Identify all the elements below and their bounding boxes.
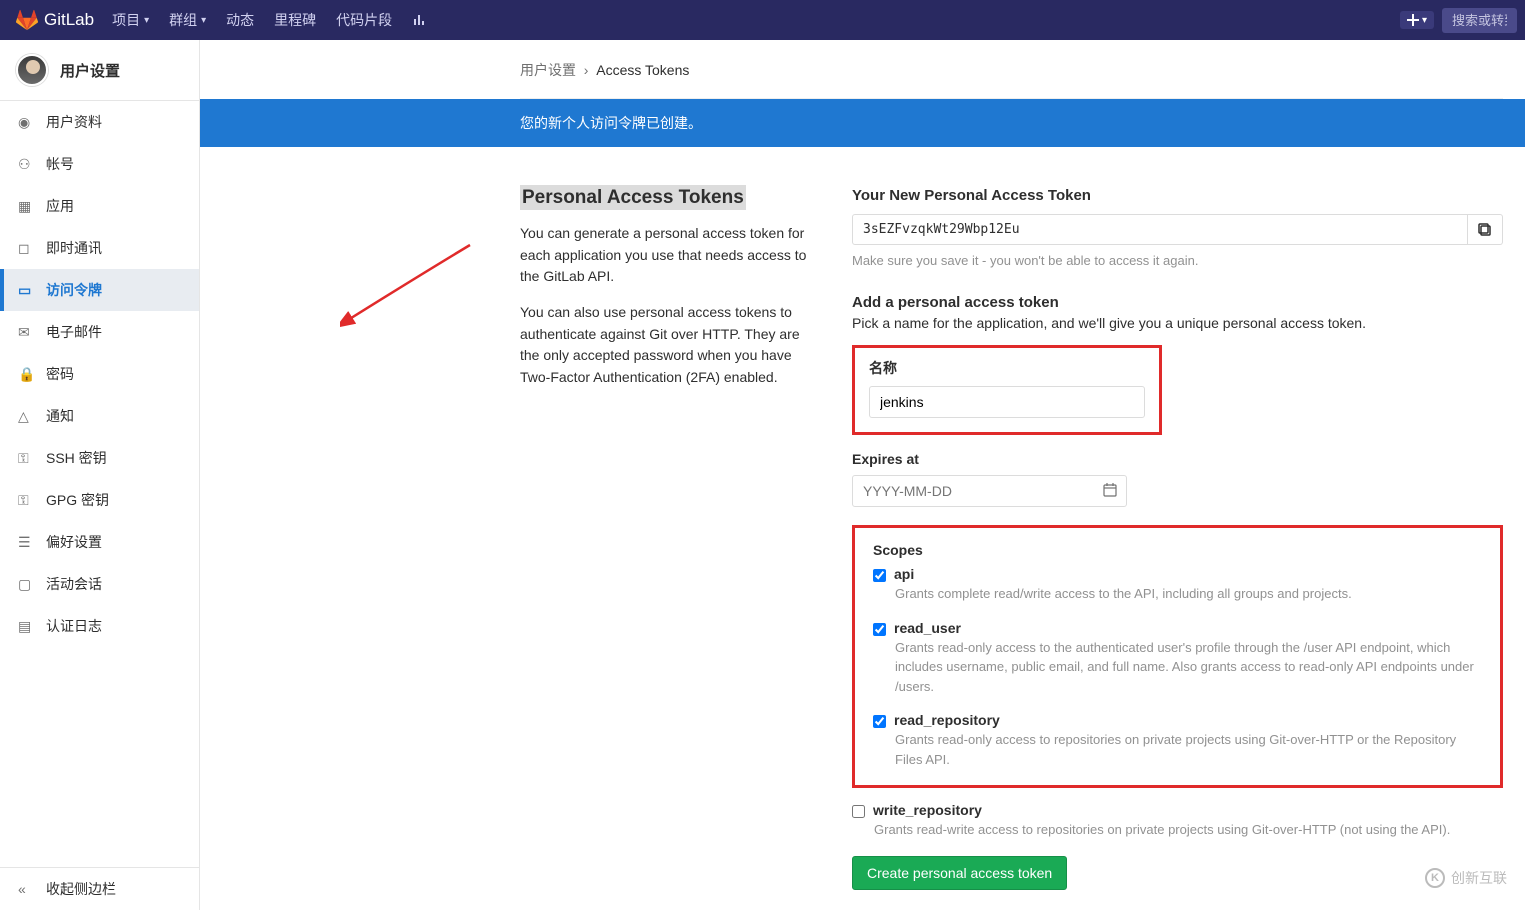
- nav-snippets[interactable]: 代码片段: [326, 0, 402, 40]
- sidebar-item-chat[interactable]: ◻即时通讯: [0, 227, 199, 269]
- plus-icon: [1407, 14, 1419, 26]
- lock-icon: 🔒: [18, 366, 34, 383]
- token-icon: ▭: [18, 282, 34, 299]
- sidebar: 用户设置 ◉用户资料 ⚇帐号 ▦应用 ◻即时通讯 ▭访问令牌 ✉电子邮件 🔒密码…: [0, 40, 200, 910]
- chevron-down-icon: ▾: [201, 15, 206, 26]
- description-2: You can also use personal access tokens …: [520, 302, 812, 389]
- chart-icon: [412, 12, 428, 28]
- sidebar-item-preferences[interactable]: ☰偏好设置: [0, 521, 199, 563]
- name-highlight-box: 名称: [852, 345, 1162, 435]
- sidebar-item-account[interactable]: ⚇帐号: [0, 143, 199, 185]
- scope-write-repository: write_repository Grants read-write acces…: [852, 802, 1503, 840]
- key-icon: ⚿: [18, 492, 34, 509]
- scope-api-checkbox[interactable]: [873, 569, 886, 582]
- breadcrumb-root[interactable]: 用户设置: [520, 62, 576, 78]
- user-header: 用户设置: [0, 40, 199, 101]
- token-value-input[interactable]: [852, 214, 1468, 245]
- nav-analytics-icon[interactable]: [402, 0, 438, 40]
- avatar: [16, 54, 48, 86]
- copy-token-button[interactable]: [1468, 214, 1503, 245]
- scope-read-repository: read_repository Grants read-only access …: [873, 712, 1482, 769]
- new-token-title: Your New Personal Access Token: [852, 187, 1503, 204]
- log-icon: ▤: [18, 618, 34, 635]
- preferences-icon: ☰: [18, 534, 34, 551]
- top-nav: GitLab 项目▾ 群组▾ 动态 里程碑 代码片段 ▾: [0, 0, 1525, 40]
- account-icon: ⚇: [18, 156, 34, 173]
- description-column: Personal Access Tokens You can generate …: [520, 187, 812, 890]
- calendar-icon[interactable]: [1103, 483, 1117, 500]
- sidebar-item-notifications[interactable]: △通知: [0, 395, 199, 437]
- copy-icon: [1478, 223, 1492, 237]
- apps-icon: ▦: [18, 198, 34, 215]
- scope-write-repository-checkbox[interactable]: [852, 805, 865, 818]
- name-input[interactable]: [869, 386, 1145, 418]
- scope-api-desc: Grants complete read/write access to the…: [895, 584, 1482, 604]
- bell-icon: △: [18, 408, 34, 425]
- name-label: 名称: [869, 358, 1145, 378]
- chevron-down-icon: ▾: [144, 15, 149, 26]
- sidebar-item-access-tokens[interactable]: ▭访问令牌: [0, 269, 199, 311]
- mail-icon: ✉: [18, 324, 34, 341]
- sidebar-item-applications[interactable]: ▦应用: [0, 185, 199, 227]
- sidebar-item-profile[interactable]: ◉用户资料: [0, 101, 199, 143]
- create-token-button[interactable]: Create personal access token: [852, 856, 1067, 890]
- nav-projects[interactable]: 项目▾: [102, 0, 159, 40]
- content: 用户设置 › Access Tokens 您的新个人访问令牌已创建。 Perso…: [200, 40, 1525, 910]
- watermark: K 创新互联: [1425, 868, 1507, 888]
- add-token-title: Add a personal access token: [852, 294, 1503, 311]
- page-title: Personal Access Tokens: [520, 185, 746, 210]
- scope-read-user-checkbox[interactable]: [873, 623, 886, 636]
- gitlab-icon: [16, 9, 38, 31]
- breadcrumb: 用户设置 › Access Tokens: [520, 40, 1503, 99]
- sidebar-item-emails[interactable]: ✉电子邮件: [0, 311, 199, 353]
- sidebar-title: 用户设置: [60, 60, 120, 81]
- new-button[interactable]: ▾: [1400, 11, 1434, 29]
- sidebar-item-sessions[interactable]: ▢活动会话: [0, 563, 199, 605]
- expires-label: Expires at: [852, 451, 1503, 467]
- sidebar-item-ssh-keys[interactable]: ⚿SSH 密钥: [0, 437, 199, 479]
- token-help: Make sure you save it - you won't be abl…: [852, 253, 1503, 268]
- scope-read-repository-desc: Grants read-only access to repositories …: [895, 730, 1482, 769]
- collapse-icon: «: [18, 881, 34, 897]
- search-input[interactable]: [1442, 8, 1517, 33]
- sidebar-item-auth-log[interactable]: ▤认证日志: [0, 605, 199, 647]
- expires-input[interactable]: [852, 475, 1127, 507]
- scope-read-user-desc: Grants read-only access to the authentic…: [895, 638, 1482, 697]
- nav-groups[interactable]: 群组▾: [159, 0, 216, 40]
- gitlab-logo[interactable]: GitLab: [8, 9, 102, 31]
- nav-milestones[interactable]: 里程碑: [264, 0, 326, 40]
- scope-api: api Grants complete read/write access to…: [873, 566, 1482, 604]
- brand-name: GitLab: [44, 10, 94, 30]
- scope-read-repository-checkbox[interactable]: [873, 715, 886, 728]
- chevron-down-icon: ▾: [1422, 15, 1427, 26]
- session-icon: ▢: [18, 576, 34, 593]
- nav-activity[interactable]: 动态: [216, 0, 264, 40]
- add-token-subtitle: Pick a name for the application, and we'…: [852, 315, 1503, 331]
- form-column: Your New Personal Access Token Make sure…: [852, 187, 1503, 890]
- user-icon: ◉: [18, 114, 34, 131]
- sidebar-item-gpg-keys[interactable]: ⚿GPG 密钥: [0, 479, 199, 521]
- scopes-highlight-box: Scopes api Grants complete read/write ac…: [852, 525, 1503, 788]
- sidebar-item-password[interactable]: 🔒密码: [0, 353, 199, 395]
- key-icon: ⚿: [18, 450, 34, 467]
- scope-read-user: read_user Grants read-only access to the…: [873, 620, 1482, 697]
- chat-icon: ◻: [18, 240, 34, 257]
- success-alert: 您的新个人访问令牌已创建。: [200, 99, 1525, 147]
- breadcrumb-current: Access Tokens: [596, 62, 689, 78]
- description-1: You can generate a personal access token…: [520, 223, 812, 288]
- collapse-sidebar-button[interactable]: «收起侧边栏: [0, 868, 199, 910]
- scope-write-repository-desc: Grants read-write access to repositories…: [874, 820, 1503, 840]
- scopes-label: Scopes: [873, 542, 1482, 558]
- watermark-icon: K: [1425, 868, 1445, 888]
